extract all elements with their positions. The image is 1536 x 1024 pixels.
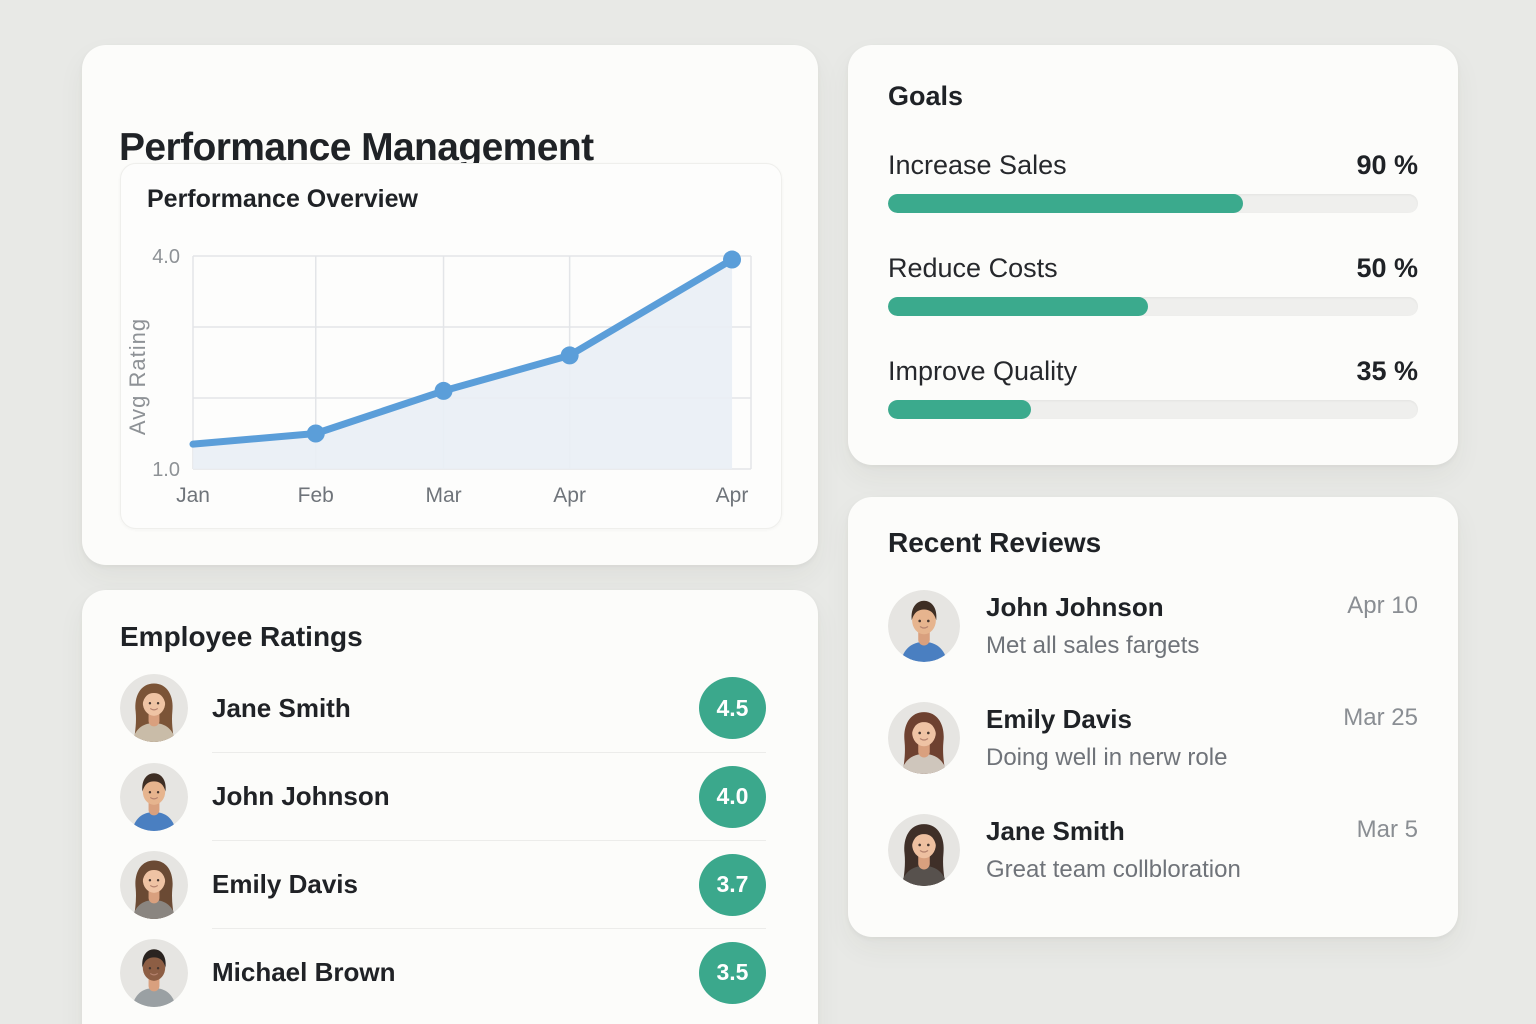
employee-name: Jane Smith (212, 692, 351, 723)
goals-title: Goals (888, 81, 964, 111)
review-date: Mar 25 (1343, 704, 1418, 731)
divider (120, 840, 212, 841)
divider (120, 928, 212, 929)
performance-card: Performance Management Performance Overv… (82, 45, 818, 565)
review-row-jane-smith[interactable]: Jane Smith Great team collbloration Mar … (888, 794, 1418, 906)
rating-badge: 3.5 (699, 941, 766, 1004)
review-comment: Doing well in nerw role (986, 744, 1228, 771)
employee-ratings-title: Employee Ratings (120, 621, 363, 652)
performance-overview-card: Performance Overview 4.0 1.0 Jan Feb Mar Apr A… (120, 163, 782, 529)
avatar (120, 850, 188, 919)
goal-label: Reduce Costs (888, 253, 1058, 283)
review-row-emily-davis[interactable]: Emily Davis Doing well in nerw role Mar … (888, 682, 1418, 794)
svg-text:1.0: 1.0 (152, 459, 180, 481)
svg-text:Mar: Mar (425, 484, 461, 507)
review-comment: Great team collbloration (986, 856, 1241, 883)
avatar (120, 674, 188, 742)
avatar (888, 702, 960, 774)
avatar (120, 762, 188, 831)
svg-text:Apr: Apr (716, 484, 749, 507)
svg-text:Apr: Apr (553, 484, 586, 507)
goal-progress-track (888, 297, 1418, 316)
avatar (888, 814, 960, 886)
recent-reviews-card: Recent Reviews John Johnson Met all sale… (848, 497, 1458, 937)
divider (120, 752, 212, 753)
reviewer-name: John Johnson (986, 592, 1164, 622)
goal-label: Increase Sales (888, 150, 1067, 180)
goal-percent: 50 % (1356, 253, 1418, 283)
goal-percent: 35 % (1356, 356, 1418, 386)
goal-progress-fill (888, 297, 1148, 316)
goal-progress-fill (888, 194, 1244, 213)
employee-row-john-johnson[interactable]: John Johnson 4.0 (120, 752, 766, 840)
rating-badge: 4.0 (699, 765, 766, 828)
rating-badge: 3.7 (699, 853, 766, 916)
review-date: Mar 5 (1356, 816, 1418, 843)
svg-text:Feb: Feb (298, 484, 334, 507)
svg-text:Jan: Jan (176, 484, 210, 507)
reviewer-name: Emily Davis (986, 704, 1132, 734)
goal-label: Improve Quality (888, 356, 1078, 386)
goal-row-increase-sales: Increase Sales 90 % (888, 150, 1418, 213)
avatar (888, 590, 960, 662)
svg-text:4.0: 4.0 (152, 246, 180, 268)
rating-badge: 4.5 (699, 677, 766, 739)
goal-row-improve-quality: Improve Quality 35 % (888, 356, 1418, 419)
recent-reviews-title: Recent Reviews (888, 527, 1102, 558)
review-date: Apr 10 (1347, 592, 1418, 619)
review-comment: Met all sales fargets (986, 632, 1200, 659)
goal-row-reduce-costs: Reduce Costs 50 % (888, 253, 1418, 316)
reviewer-name: Jane Smith (986, 816, 1125, 846)
employee-name: Emily Davis (212, 869, 358, 899)
goals-card: Goals Increase Sales 90 % Reduce Costs 5… (848, 45, 1458, 465)
performance-chart: 4.0 1.0 Jan Feb Mar Apr Apr Avg Rating (121, 226, 769, 518)
employee-row-jane-smith[interactable]: Jane Smith 4.5 (120, 664, 766, 752)
chart-title: Performance Overview (147, 185, 418, 213)
goal-progress-track (888, 400, 1418, 419)
avatar (120, 938, 188, 1007)
employee-name: Michael Brown (212, 957, 396, 987)
employee-ratings-card: Employee Ratings Jane Smith 4.5 John Joh… (82, 590, 818, 1024)
goal-percent: 90 % (1356, 150, 1418, 180)
svg-text:Avg Rating: Avg Rating (125, 318, 150, 435)
goal-progress-fill (888, 400, 1032, 419)
review-row-john-johnson[interactable]: John Johnson Met all sales fargets Apr 1… (888, 570, 1418, 682)
employee-row-michael-brown[interactable]: Michael Brown 3.5 (120, 928, 766, 1016)
employee-row-emily-davis[interactable]: Emily Davis 3.7 (120, 840, 766, 928)
goal-progress-track (888, 194, 1418, 213)
employee-name: John Johnson (212, 781, 390, 811)
